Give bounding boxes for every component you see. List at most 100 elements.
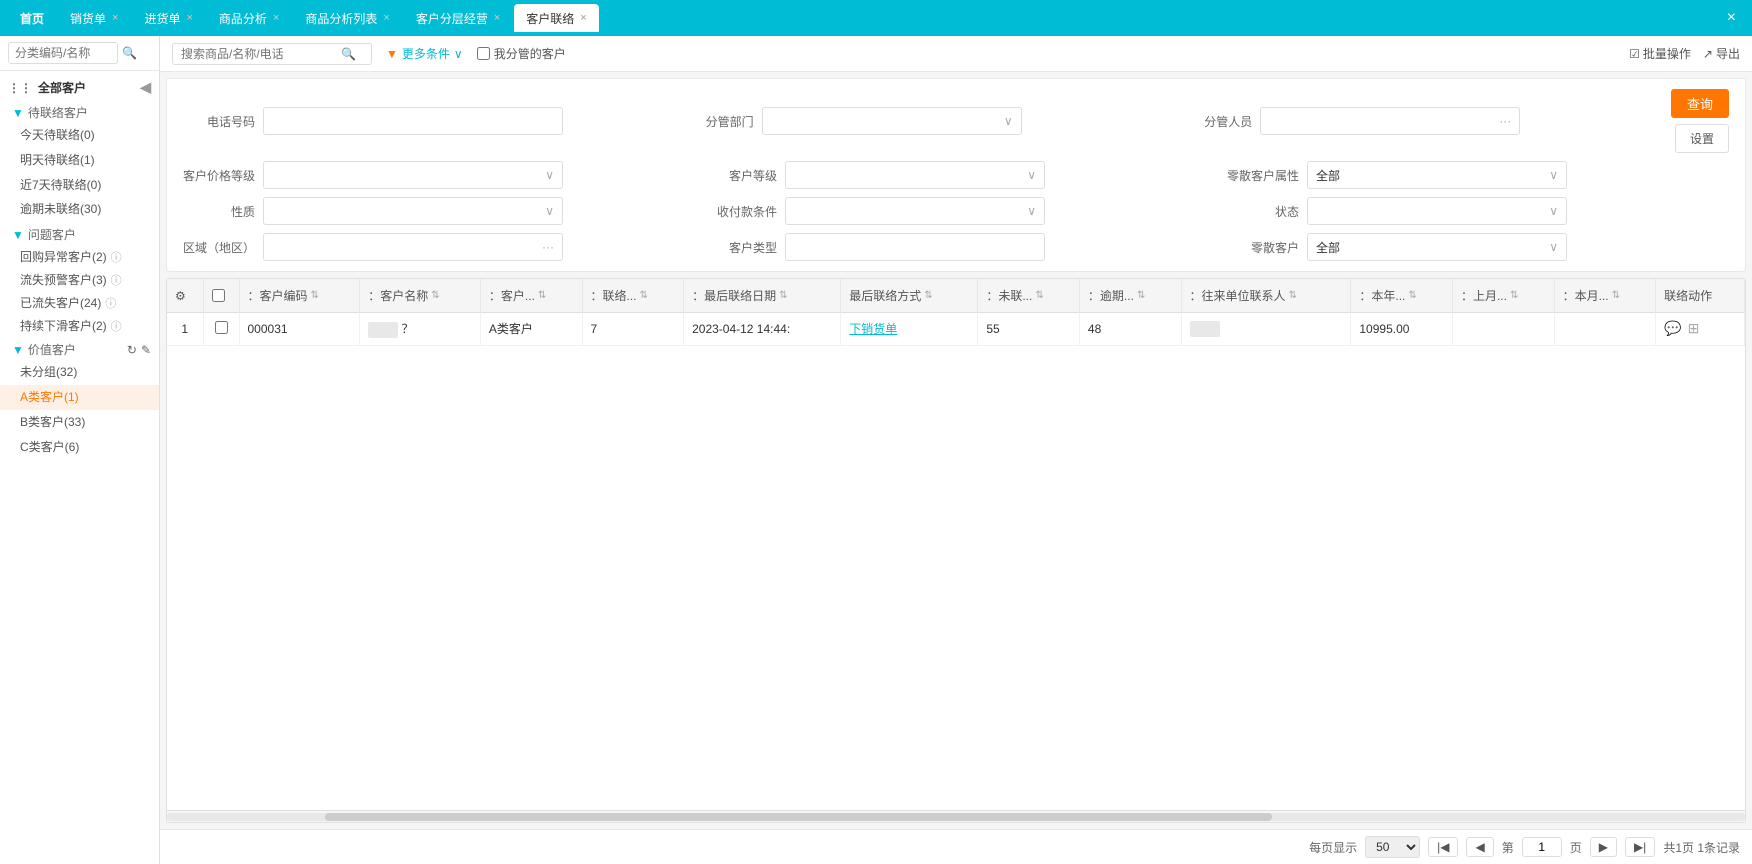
sidebar-item-ungroup[interactable]: 未分组(32) <box>0 360 159 385</box>
sidebar-item-tomorrow[interactable]: 明天待联络(1) <box>0 148 159 173</box>
table-scrollbar[interactable] <box>167 810 1745 822</box>
refresh-icon[interactable]: ↻ <box>127 343 137 357</box>
tab-customer-contact-close[interactable]: × <box>580 12 586 24</box>
filter-search-input[interactable] <box>181 47 341 61</box>
last-contact-method[interactable]: 下销货单 <box>849 322 897 336</box>
customer-level-select[interactable]: ∨ <box>785 161 1045 189</box>
edit-icon[interactable]: ✎ <box>141 343 151 357</box>
retail-customer-select[interactable]: 全部 ∨ <box>1307 233 1567 261</box>
collapse-icon[interactable]: ◀ <box>140 79 151 96</box>
phone-input[interactable] <box>263 107 563 135</box>
tab-purchase-close[interactable]: × <box>186 12 192 24</box>
dept-select[interactable]: ∨ <box>762 107 1022 135</box>
tab-product-analysis-label: 商品分析 <box>219 10 267 27</box>
tab-customer-tier-close[interactable]: × <box>494 12 500 24</box>
table-row: 1 000031 ？ A类 <box>167 313 1745 346</box>
customer-level-label: 客户等级 <box>705 167 785 184</box>
retail-attr-select[interactable]: 全部 ∨ <box>1307 161 1567 189</box>
prev-page-btn[interactable]: ◀ <box>1466 837 1493 857</box>
setting-btn[interactable]: 设置 <box>1675 124 1729 153</box>
row-no-days: 55 <box>978 313 1080 346</box>
status-select[interactable]: ∨ <box>1307 197 1567 225</box>
th-last-date[interactable]: ：最后联络日期 ⇅ <box>684 279 841 313</box>
customer-table: ⚙ ：客户编码 ⇅ <box>167 279 1745 346</box>
filter-search-icon[interactable]: 🔍 <box>341 47 356 61</box>
tab-sales-order[interactable]: 销货单 × <box>58 4 130 32</box>
th-this-month[interactable]: ：本月... ⇅ <box>1554 279 1656 313</box>
top-navigation: 首页 销货单 × 进货单 × 商品分析 × 商品分析列表 × 客户分层经营 × … <box>0 0 1752 36</box>
more-conditions-btn[interactable]: ▼ 更多条件 ∨ <box>380 42 469 65</box>
tab-product-analysis-close[interactable]: × <box>273 12 279 24</box>
tab-sales-close[interactable]: × <box>112 12 118 24</box>
th-overdue[interactable]: ：逾期... ⇅ <box>1079 279 1181 313</box>
contact-count: 7 <box>591 322 598 336</box>
person-select[interactable]: ··· <box>1260 107 1520 135</box>
page-number-input[interactable] <box>1522 837 1562 857</box>
batch-action-icon: ☑ <box>1629 47 1640 61</box>
sidebar-item-a-class[interactable]: A类客户(1) <box>0 385 159 410</box>
customer-name-block <box>368 322 398 338</box>
my-customers-checkbox[interactable]: 我分管的客户 <box>477 45 566 62</box>
th-last-month[interactable]: ：上月... ⇅ <box>1452 279 1554 313</box>
sidebar-item-today[interactable]: 今天待联络(0) <box>0 123 159 148</box>
payment-select[interactable]: ∨ <box>785 197 1045 225</box>
sidebar-item-declining[interactable]: 持续下滑客户(2) ⓘ <box>0 314 159 337</box>
person-dots-icon: ··· <box>1499 114 1511 128</box>
batch-action-btn[interactable]: ☑ 批量操作 <box>1629 45 1691 62</box>
contact-sort-icon: ⇅ <box>640 290 648 301</box>
row-select-checkbox[interactable] <box>215 321 228 334</box>
tab-product-analysis-list-close[interactable]: × <box>383 12 389 24</box>
page-size-select[interactable]: 50 100 200 <box>1365 836 1420 858</box>
dept-label: 分管部门 <box>682 113 762 130</box>
th-level[interactable]: ：客户... ⇅ <box>480 279 582 313</box>
sidebar-item-churn-warning[interactable]: 流失预警客户(3) ⓘ <box>0 268 159 291</box>
sidebar-item-b-class[interactable]: B类客户(33) <box>0 410 159 435</box>
tab-home[interactable]: 首页 <box>8 4 56 32</box>
th-this-year[interactable]: ：本年... ⇅ <box>1351 279 1453 313</box>
no-contact-days: 55 <box>986 322 999 336</box>
window-close-icon[interactable]: × <box>1719 9 1744 27</box>
customer-name-suffix: ？ <box>402 322 414 336</box>
last-page-btn[interactable]: ▶| <box>1625 837 1655 857</box>
sidebar-search-icon[interactable]: 🔍 <box>122 46 137 60</box>
nature-label: 性质 <box>183 203 263 220</box>
th-code[interactable]: ：客户编码 ⇅ <box>239 279 360 313</box>
value-section-label: 价值客户 <box>28 341 76 358</box>
first-page-btn[interactable]: |◀ <box>1428 837 1458 857</box>
settings-icon[interactable]: ⚙ <box>175 289 186 303</box>
tab-product-analysis[interactable]: 商品分析 × <box>207 4 291 32</box>
nature-select[interactable]: ∨ <box>263 197 563 225</box>
tab-product-analysis-list[interactable]: 商品分析列表 × <box>293 4 401 32</box>
sidebar-item-7days[interactable]: 近7天待联络(0) <box>0 173 159 198</box>
contact2-block <box>1190 321 1220 337</box>
declining-info-icon: ⓘ <box>111 318 122 334</box>
sidebar-item-c-class[interactable]: C类客户(6) <box>0 435 159 460</box>
query-btn[interactable]: 查询 <box>1671 89 1729 118</box>
tab-customer-tier[interactable]: 客户分层经营 × <box>404 4 512 32</box>
my-customers-check[interactable] <box>477 47 490 60</box>
sidebar-search-input[interactable] <box>8 42 118 64</box>
select-all-checkbox[interactable] <box>212 289 225 302</box>
sidebar-all-customers[interactable]: ⋮⋮ 全部客户 ◀ <box>0 75 159 100</box>
price-level-select[interactable]: ∨ <box>263 161 563 189</box>
grid-action-icon[interactable]: ⊞ <box>1688 320 1700 337</box>
tab-purchase-order[interactable]: 进货单 × <box>132 4 204 32</box>
th-no-days[interactable]: ：未联... ⇅ <box>978 279 1080 313</box>
scrollbar-thumb[interactable] <box>325 813 1272 821</box>
tab-customer-contact[interactable]: 客户联络 × <box>514 4 598 32</box>
region-select[interactable]: ··· <box>263 233 563 261</box>
th-name[interactable]: ：客户名称 ⇅ <box>360 279 481 313</box>
next-page-btn[interactable]: ▶ <box>1590 837 1617 857</box>
th-contact2[interactable]: ：往来单位联系人 ⇅ <box>1181 279 1351 313</box>
sidebar-item-churned[interactable]: 已流失客户(24) ⓘ <box>0 291 159 314</box>
sidebar-item-repurchase[interactable]: 回购异常客户(2) ⓘ <box>0 245 159 268</box>
table-scroll[interactable]: ⚙ ：客户编码 ⇅ <box>167 279 1745 810</box>
export-btn[interactable]: ↗ 导出 <box>1703 45 1740 62</box>
chat-action-icon[interactable]: 💬 <box>1664 320 1681 337</box>
dept-arrow-icon: ∨ <box>1004 114 1013 128</box>
row-code: 000031 <box>239 313 360 346</box>
sidebar-item-overdue[interactable]: 逾期未联络(30) <box>0 197 159 222</box>
customer-type-select[interactable] <box>785 233 1045 261</box>
th-last-method[interactable]: 最后联络方式 ⇅ <box>841 279 978 313</box>
th-contact[interactable]: ：联络... ⇅ <box>582 279 684 313</box>
